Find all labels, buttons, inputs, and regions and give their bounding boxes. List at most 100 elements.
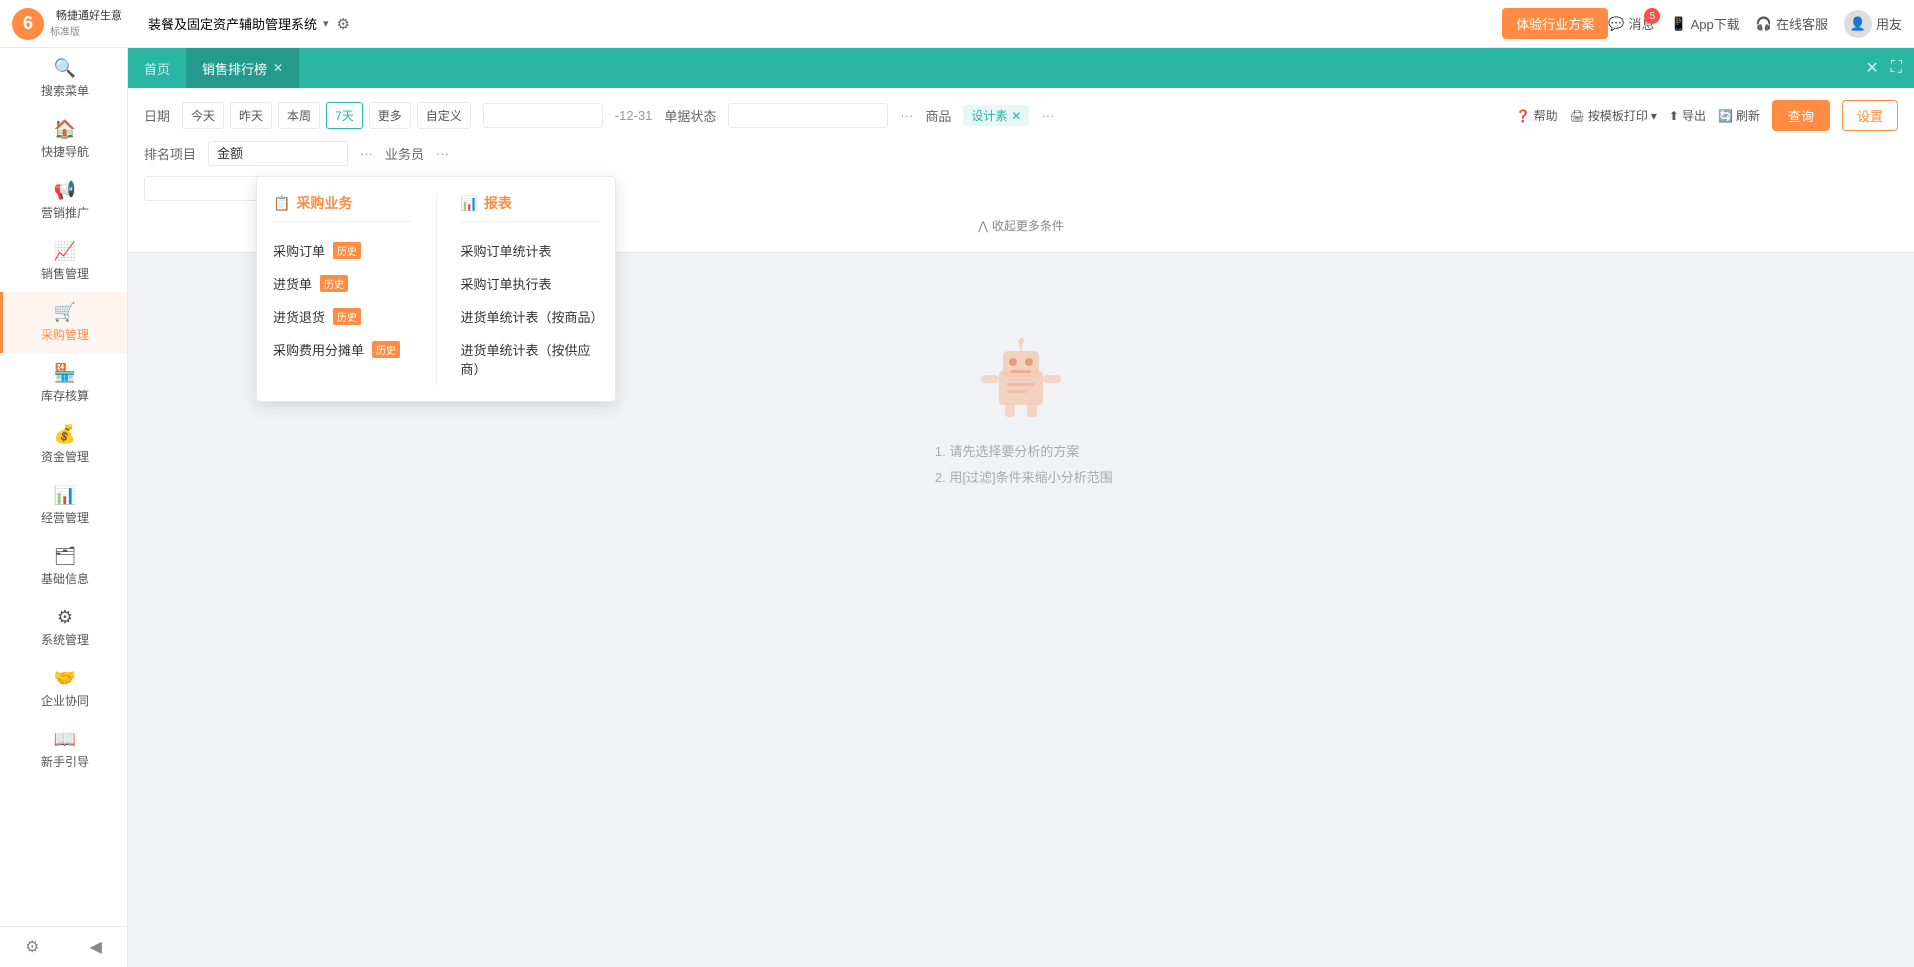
refresh-label: 刷新 bbox=[1736, 107, 1760, 124]
help-btn[interactable]: ❓ 帮助 bbox=[1516, 107, 1558, 124]
filter-row2: 排名项目 金额 ··· 业务员 ··· bbox=[144, 141, 1898, 166]
sidebar-label-search: 搜索菜单 bbox=[41, 82, 89, 99]
home-icon: 🏠 bbox=[54, 119, 76, 140]
settings-btn[interactable]: 设置 bbox=[1842, 100, 1898, 131]
menu-item-purchase-order[interactable]: 采购订单 历史 bbox=[273, 234, 412, 267]
purchase-col: 📋 采购业务 采购订单 历史 进货单 历史 进货退货 bbox=[273, 193, 412, 385]
goods-tag: 设计素 ✕ bbox=[963, 105, 1029, 126]
ranking-label: 排名项目 bbox=[144, 144, 196, 163]
sidebar-item-purchase[interactable]: 🛒 采购管理 bbox=[0, 292, 127, 353]
sidebar-item-operations[interactable]: 📊 经营管理 bbox=[0, 475, 127, 536]
purchase-title-icon: 📋 bbox=[273, 195, 290, 212]
refresh-icon: 🔄 bbox=[1718, 109, 1733, 123]
date-btn-week[interactable]: 本周 bbox=[278, 102, 320, 129]
goods-tag-close-icon[interactable]: ✕ bbox=[1011, 109, 1021, 123]
app-download-btn[interactable]: 📱 App下载 bbox=[1670, 14, 1739, 33]
date-separator: -12-31 bbox=[615, 108, 653, 123]
online-service-btn[interactable]: 🎧 在线客服 bbox=[1756, 14, 1828, 33]
goods-tag-text: 设计素 bbox=[971, 107, 1007, 124]
date-btn-today[interactable]: 今天 bbox=[182, 102, 224, 129]
hist-badge: 历史 bbox=[333, 308, 361, 325]
tab-home-label: 首页 bbox=[144, 59, 170, 78]
page-content: 日期 今天 昨天 本周 7天 更多 自定义 -12-31 单据状态 bbox=[128, 88, 1914, 967]
menu-item-instock[interactable]: 进货单 历史 bbox=[273, 267, 412, 300]
tab-bar-close-icon[interactable]: ✕ bbox=[1865, 58, 1878, 78]
collapse-sidebar-icon[interactable]: ◀ bbox=[90, 937, 102, 957]
menu-item-instock-stat-goods[interactable]: 进货单统计表（按商品） bbox=[461, 300, 600, 333]
gear-icon[interactable]: ⚙ bbox=[337, 15, 350, 33]
settings-bottom-icon[interactable]: ⚙ bbox=[25, 937, 39, 957]
user-label: 用友 bbox=[1876, 14, 1902, 33]
date-btn-more[interactable]: 更多 bbox=[369, 102, 411, 129]
menu-item-purchase-fee[interactable]: 采购费用分摊单 历史 bbox=[273, 333, 412, 366]
logo-line2: 标准版 bbox=[50, 23, 122, 38]
tab-bar-right: ✕ ⛶ bbox=[1865, 58, 1914, 78]
top-right: 💬 消息 5 📱 App下载 🎧 在线客服 👤 用友 bbox=[1608, 10, 1902, 38]
date-start-input[interactable] bbox=[483, 103, 603, 128]
industry-btn[interactable]: 体验行业方案 bbox=[1502, 8, 1608, 39]
print-template-btn[interactable]: 🖨 按模板打印 ▾ bbox=[1570, 107, 1657, 124]
sidebar-item-sales[interactable]: 📈 销售管理 bbox=[0, 231, 127, 292]
headset-icon: 🎧 bbox=[1756, 16, 1772, 32]
logo-line1: 畅捷通好生意 bbox=[56, 9, 122, 23]
sidebar-item-search[interactable]: 🔍 搜索菜单 bbox=[0, 48, 127, 109]
ranking-dots[interactable]: ··· bbox=[360, 146, 373, 161]
voucher-dots[interactable]: ··· bbox=[900, 108, 913, 123]
avatar: 👤 bbox=[1844, 10, 1872, 38]
menu-item-purchase-order-exec[interactable]: 采购订单执行表 bbox=[461, 267, 600, 300]
date-btn-yesterday[interactable]: 昨天 bbox=[230, 102, 272, 129]
logo-icon: 6 bbox=[12, 8, 44, 40]
main-area: 🔍 搜索菜单 🏠 快捷导航 📢 营销推广 📈 销售管理 🛒 采购管理 🏪 bbox=[0, 48, 1914, 967]
fund-icon: 💰 bbox=[54, 424, 76, 445]
message-btn[interactable]: 💬 消息 5 bbox=[1608, 14, 1654, 33]
menu-item-instock-stat-supplier[interactable]: 进货单统计表（按供应商） bbox=[461, 333, 600, 385]
export-btn[interactable]: ⬆ 导出 bbox=[1669, 107, 1706, 124]
system-title-dropdown-icon[interactable]: ▾ bbox=[323, 17, 329, 30]
logo-area: 6 畅捷通好生意 标准版 bbox=[12, 8, 140, 40]
sidebar-label-guide: 新手引导 bbox=[41, 753, 89, 770]
report-col: 📊 报表 采购订单统计表 采购订单执行表 进货单统计表（按商品） bbox=[461, 193, 600, 385]
menu-item-purchase-order-stat[interactable]: 采购订单统计表 bbox=[461, 234, 600, 267]
sidebar-item-system[interactable]: ⚙ 系统管理 bbox=[0, 597, 127, 658]
sidebar-item-guide[interactable]: 📖 新手引导 bbox=[0, 719, 127, 780]
menu-item-label: 进货单统计表（按供应商） bbox=[461, 340, 600, 378]
menu-item-instock-return[interactable]: 进货退货 历史 bbox=[273, 300, 412, 333]
salesman-dots[interactable]: ··· bbox=[436, 146, 449, 161]
print-dropdown-icon[interactable]: ▾ bbox=[1651, 109, 1657, 123]
inventory-icon: 🏪 bbox=[54, 363, 76, 384]
menu-divider bbox=[436, 193, 437, 385]
hist-badge: 历史 bbox=[372, 341, 400, 358]
sidebar-label-purchase: 采购管理 bbox=[41, 326, 89, 343]
tab-sales-rank[interactable]: 销售排行榜 ✕ bbox=[186, 48, 299, 88]
refresh-btn[interactable]: 🔄 刷新 bbox=[1718, 107, 1760, 124]
sidebar-label-base-info: 基础信息 bbox=[41, 570, 89, 587]
ranking-select[interactable]: 金额 bbox=[208, 141, 348, 166]
sidebar-item-fund[interactable]: 💰 资金管理 bbox=[0, 414, 127, 475]
date-label: 日期 bbox=[144, 106, 170, 125]
sidebar-label-quick-nav: 快捷导航 bbox=[41, 143, 89, 160]
date-filter-group: 今天 昨天 本周 7天 更多 自定义 bbox=[182, 102, 471, 129]
voucher-status-label: 单据状态 bbox=[664, 106, 716, 125]
mobile-icon: 📱 bbox=[1670, 16, 1686, 32]
date-btn-custom[interactable]: 自定义 bbox=[417, 102, 471, 129]
query-btn[interactable]: 查询 bbox=[1772, 100, 1830, 131]
sidebar-item-quick-nav[interactable]: 🏠 快捷导航 bbox=[0, 109, 127, 170]
purchase-icon: 🛒 bbox=[54, 302, 76, 323]
base-info-icon: 🗂 bbox=[54, 546, 77, 567]
tab-close-icon[interactable]: ✕ bbox=[273, 61, 283, 75]
user-btn[interactable]: 👤 用友 bbox=[1844, 10, 1902, 38]
sidebar-item-enterprise[interactable]: 🤝 企业协同 bbox=[0, 658, 127, 719]
search-icon: 🔍 bbox=[54, 58, 76, 79]
sidebar-item-marketing[interactable]: 📢 营销推广 bbox=[0, 170, 127, 231]
tab-home[interactable]: 首页 bbox=[128, 48, 186, 88]
sidebar-label-sales: 销售管理 bbox=[41, 265, 89, 282]
sidebar-item-base-info[interactable]: 🗂 基础信息 bbox=[0, 536, 127, 597]
voucher-status-select[interactable] bbox=[728, 103, 888, 128]
tab-bar-maximize-icon[interactable]: ⛶ bbox=[1891, 59, 1902, 77]
sidebar-item-inventory[interactable]: 🏪 库存核算 bbox=[0, 353, 127, 414]
date-btn-7days[interactable]: 7天 bbox=[326, 102, 363, 129]
goods-dots[interactable]: ··· bbox=[1041, 108, 1054, 123]
report-title-text: 报表 bbox=[484, 193, 512, 213]
collapse-label: 收起更多条件 bbox=[992, 217, 1064, 234]
report-col-title: 📊 报表 bbox=[461, 193, 600, 222]
